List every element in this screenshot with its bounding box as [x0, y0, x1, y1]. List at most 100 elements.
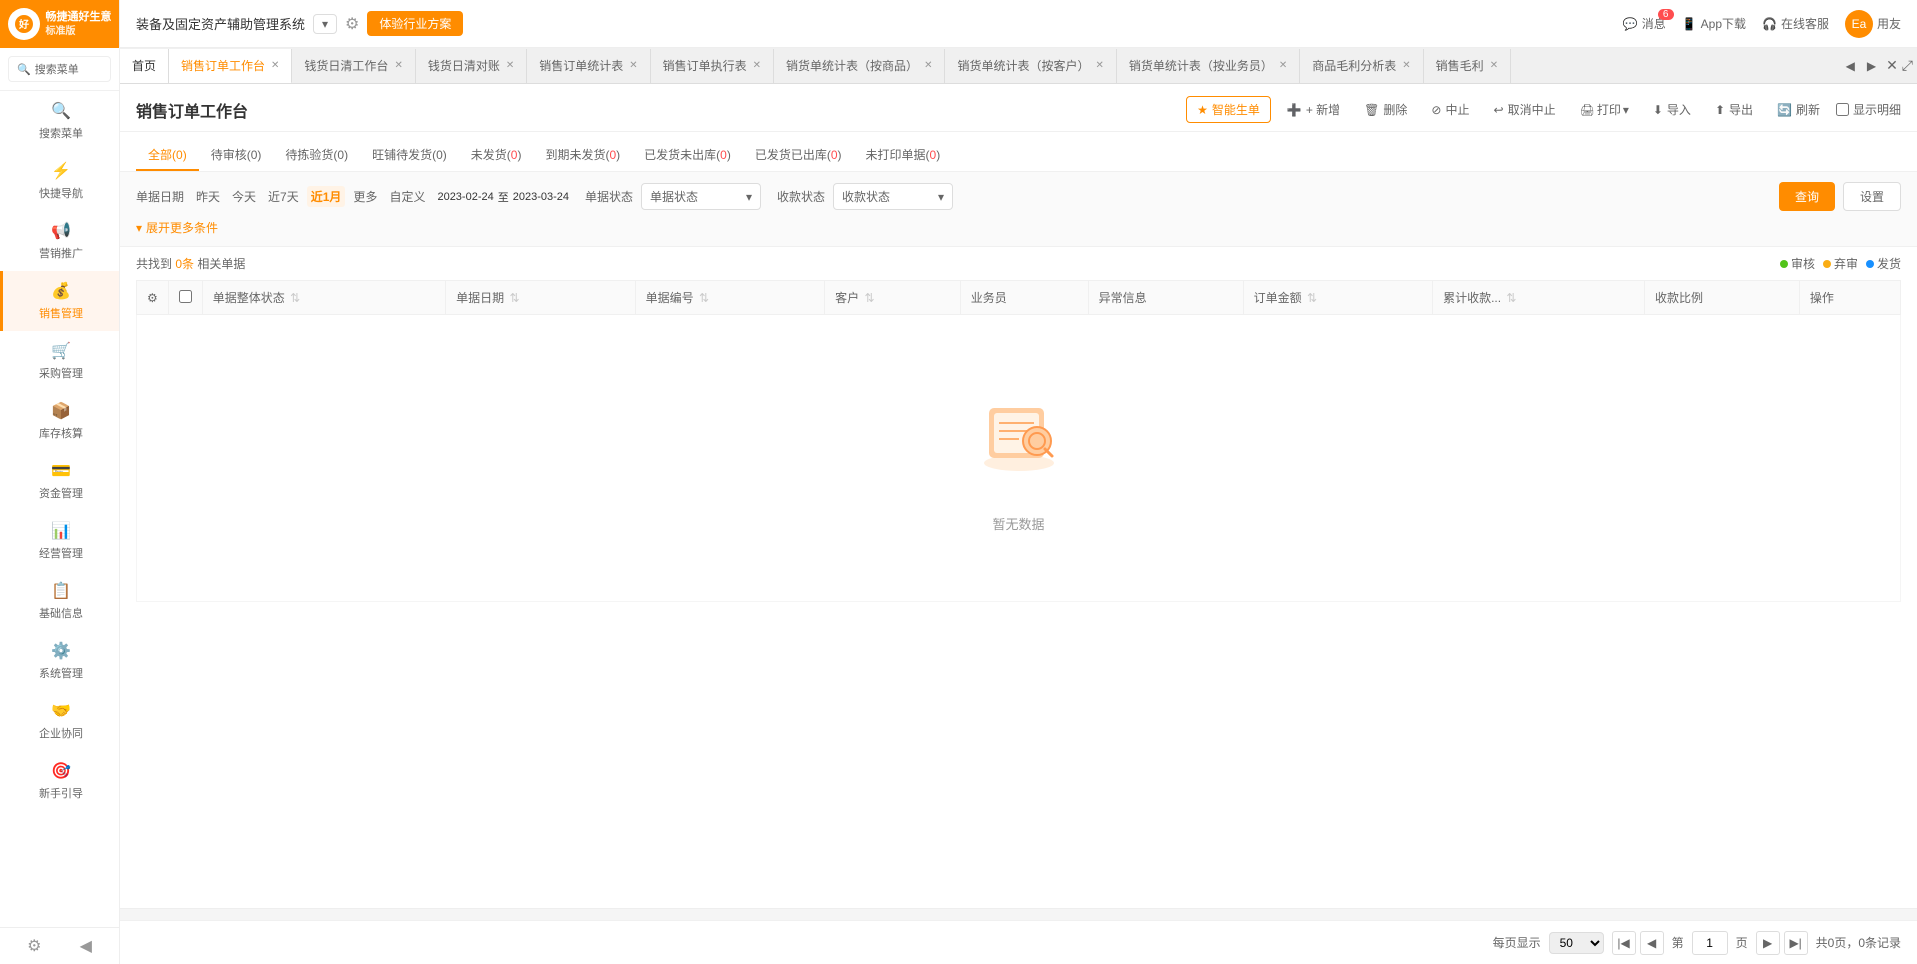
tab-close-sales-stats[interactable]: ✕	[629, 60, 637, 71]
tab-sales-stats-product[interactable]: 销货单统计表（按商品）✕	[774, 49, 945, 83]
filter-tab-count: 0	[511, 148, 518, 162]
status-select[interactable]: 单据状态 ▾	[641, 183, 761, 210]
payment-select[interactable]: 收款状态 ▾	[833, 183, 953, 210]
date-filter-yesterday-button[interactable]: 昨天	[192, 186, 224, 207]
date-filter-buttons: 昨天今天近7天近1月更多自定义	[192, 186, 429, 207]
filter-tab-not-printed[interactable]: 未打印单据(0)	[854, 140, 953, 171]
tab-scroll-right-button[interactable]: ▶	[1861, 59, 1882, 73]
industry-solution-button[interactable]: 体验行业方案	[367, 11, 463, 36]
sidebar-item-quick-nav[interactable]: ⚡快捷导航	[0, 151, 119, 211]
th-staff: 业务员	[960, 281, 1088, 315]
date-filter-last1m-button[interactable]: 近1月	[307, 186, 346, 207]
date-filter-last7-button[interactable]: 近7天	[264, 186, 303, 207]
refresh-button[interactable]: 🔄 刷新	[1769, 97, 1828, 122]
sort-icon-status[interactable]: ⇅	[290, 291, 300, 305]
filter-tab-wangpu-pending-ship[interactable]: 旺铺待发货(0)	[360, 140, 459, 171]
filter-tab-pending-inspection[interactable]: 待拣验货(0)	[273, 140, 360, 171]
import-button[interactable]: ⬇ 导入	[1645, 97, 1699, 122]
select-all-checkbox[interactable]	[179, 290, 192, 303]
cancel-stop-button[interactable]: ↩ 取消中止	[1486, 97, 1564, 122]
export-button[interactable]: ⬆ 导出	[1707, 97, 1761, 122]
sidebar-item-finance[interactable]: 💳资金管理	[0, 451, 119, 511]
sidebar-item-inventory[interactable]: 📦库存核算	[0, 391, 119, 451]
tab-sales-stats-staff[interactable]: 销货单统计表（按业务员）✕	[1117, 49, 1300, 83]
sidebar-item-sales[interactable]: 💰销售管理	[0, 271, 119, 331]
tab-close-cash-daily[interactable]: ✕	[394, 60, 402, 71]
filter-tab-expired-not-shipped[interactable]: 到期未发货(0)	[533, 140, 632, 171]
page-number-input[interactable]	[1692, 931, 1728, 955]
first-page-button[interactable]: |◀	[1612, 931, 1636, 955]
show-detail-label[interactable]: 显示明细	[1836, 101, 1901, 118]
tab-close-sales-stats-product[interactable]: ✕	[924, 60, 932, 71]
expand-conditions-button[interactable]: ▾ 展开更多条件	[136, 219, 218, 236]
smart-create-button[interactable]: ★ 智能生单	[1186, 96, 1271, 123]
sidebar-item-search[interactable]: 🔍搜索菜单	[0, 91, 119, 151]
tab-sales-profit[interactable]: 销售毛利✕	[1424, 49, 1511, 83]
tab-sales-stats-customer[interactable]: 销货单统计表（按客户）✕	[945, 49, 1116, 83]
stop-button[interactable]: ⊘ 中止	[1423, 97, 1477, 122]
app-download-button[interactable]: 📱 App下载	[1682, 15, 1746, 32]
column-settings-icon[interactable]: ⚙	[147, 291, 158, 305]
tab-close-sales-profit[interactable]: ✕	[1490, 60, 1498, 71]
sidebar-item-basic-info[interactable]: 📋基础信息	[0, 571, 119, 631]
topbar-gear-button[interactable]: ⚙	[345, 14, 359, 34]
tab-home[interactable]: 首页	[120, 49, 169, 83]
set-button[interactable]: 设置	[1843, 182, 1901, 211]
tab-sales-stats[interactable]: 销售订单统计表✕	[527, 49, 650, 83]
add-button[interactable]: ➕ + 新增	[1279, 97, 1348, 122]
settings-bottom-button[interactable]: ⚙	[27, 936, 41, 956]
sidebar-item-system[interactable]: ⚙️系统管理	[0, 631, 119, 691]
date-filter-custom-button[interactable]: 自定义	[385, 186, 429, 207]
date-filter-today-button[interactable]: 今天	[228, 186, 260, 207]
date-filter-more-button[interactable]: 更多	[349, 186, 381, 207]
next-page-button[interactable]: ▶	[1756, 931, 1780, 955]
filter-tab-not-shipped[interactable]: 未发货(0)	[459, 140, 534, 171]
tab-cash-reconcile[interactable]: 钱货日清对账✕	[416, 49, 527, 83]
tab-close-sales-exec[interactable]: ✕	[753, 60, 761, 71]
filter-tab-pending-review[interactable]: 待审核(0)	[199, 140, 274, 171]
tab-close-cash-reconcile[interactable]: ✕	[506, 60, 514, 71]
message-button[interactable]: 💬 消息 6	[1623, 15, 1666, 32]
tab-close-sales-stats-staff[interactable]: ✕	[1279, 60, 1287, 71]
tab-list: 首页销售订单工作台✕钱货日清工作台✕钱货日清对账✕销售订单统计表✕销售订单执行表…	[120, 49, 1840, 83]
last-page-button[interactable]: ▶|	[1784, 931, 1808, 955]
sidebar-item-collab[interactable]: 🤝企业协同	[0, 691, 119, 751]
sort-icon-amount[interactable]: ⇅	[1307, 291, 1317, 305]
sort-icon-date[interactable]: ⇅	[509, 291, 519, 305]
review-quick-button[interactable]: 审核	[1780, 255, 1815, 272]
delete-button[interactable]: 🗑 删除	[1356, 97, 1415, 122]
tab-scroll-left-button[interactable]: ◀	[1840, 59, 1861, 73]
cancel-review-quick-button[interactable]: 弃审	[1823, 255, 1858, 272]
tab-product-margin[interactable]: 商品毛利分析表✕	[1300, 49, 1423, 83]
sidebar-item-purchase[interactable]: 🛒采购管理	[0, 331, 119, 391]
horizontal-scrollbar[interactable]	[120, 908, 1917, 920]
online-service-button[interactable]: 🎧 在线客服	[1762, 15, 1829, 32]
show-detail-checkbox[interactable]	[1836, 103, 1849, 116]
ship-quick-button[interactable]: 发货	[1866, 255, 1901, 272]
sort-icon-number[interactable]: ⇅	[699, 291, 709, 305]
sidebar-item-marketing[interactable]: 📢营销推广	[0, 211, 119, 271]
tab-sales-workbench[interactable]: 销售订单工作台✕	[169, 49, 292, 83]
tab-close-sales-stats-customer[interactable]: ✕	[1095, 60, 1103, 71]
sort-icon-collected[interactable]: ⇅	[1506, 291, 1516, 305]
page-size-select[interactable]: 50 10 20 100	[1549, 932, 1604, 954]
tab-cash-daily[interactable]: 钱货日清工作台✕	[292, 49, 415, 83]
user-section[interactable]: Ea 用友	[1845, 10, 1901, 38]
filter-tab-all[interactable]: 全部(0)	[136, 140, 199, 171]
tab-sales-exec[interactable]: 销售订单执行表✕	[651, 49, 774, 83]
system-dropdown-button[interactable]: ▾	[313, 14, 337, 34]
tab-close-sales-workbench[interactable]: ✕	[271, 60, 279, 71]
search-menu-button[interactable]: 🔍 搜索菜单	[8, 56, 111, 82]
filter-tab-shipped-not-out[interactable]: 已发货未出库(0)	[632, 140, 743, 171]
tab-maximize-button[interactable]: ⤢	[1902, 57, 1913, 74]
tab-close-product-margin[interactable]: ✕	[1402, 60, 1410, 71]
sidebar-item-guide[interactable]: 🎯新手引导	[0, 751, 119, 811]
sort-icon-customer[interactable]: ⇅	[864, 291, 874, 305]
sidebar-item-operations[interactable]: 📊经营管理	[0, 511, 119, 571]
query-button[interactable]: 查询	[1779, 182, 1835, 211]
filter-tab-shipped-out[interactable]: 已发货已出库(0)	[743, 140, 854, 171]
print-button[interactable]: 🖨 打印 ▾	[1572, 97, 1637, 122]
prev-page-button[interactable]: ◀	[1640, 931, 1664, 955]
tab-close-all-button[interactable]: ✕	[1886, 57, 1898, 74]
collapse-sidebar-button[interactable]: ◀	[80, 936, 92, 956]
